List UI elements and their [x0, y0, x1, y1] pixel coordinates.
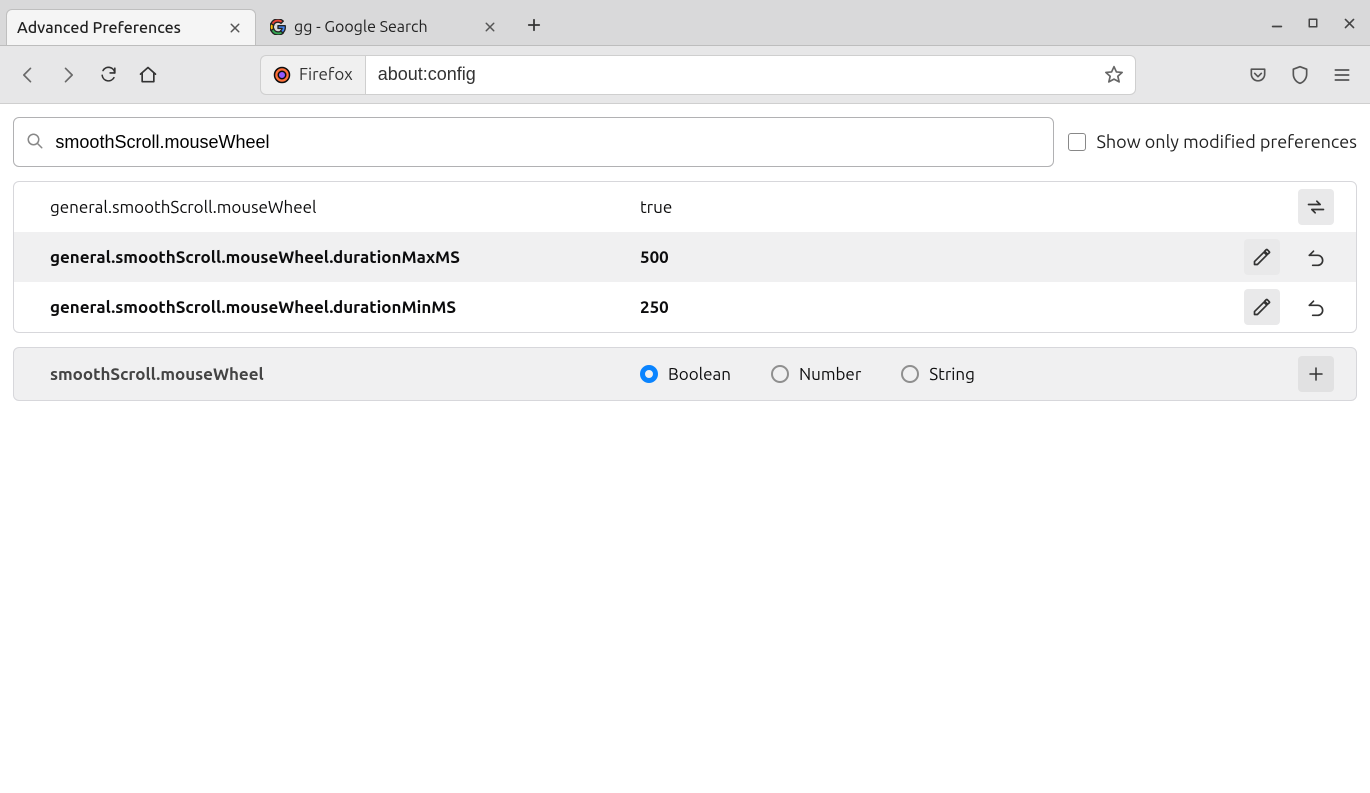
show-modified-checkbox[interactable]: Show only modified preferences [1068, 132, 1357, 152]
checkbox-icon [1068, 133, 1086, 151]
reload-button[interactable] [90, 57, 126, 93]
radio-label: Boolean [668, 365, 731, 384]
back-button[interactable] [10, 57, 46, 93]
app-menu-button[interactable] [1324, 57, 1360, 93]
pref-row: general.smoothScroll.mouseWheel.duration… [14, 232, 1356, 282]
toolbar-right [1240, 57, 1360, 93]
radio-number[interactable]: Number [771, 365, 861, 384]
forward-button[interactable] [50, 57, 86, 93]
tab-google-search[interactable]: gg - Google Search [260, 9, 510, 45]
window-controls [1266, 0, 1360, 46]
new-tab-button[interactable] [518, 9, 550, 41]
about-config-content: Show only modified preferences general.s… [0, 104, 1370, 414]
close-icon[interactable] [480, 17, 500, 37]
nav-toolbar: Firefox [0, 46, 1370, 104]
add-pref-row: smoothScroll.mouseWheel Boolean Number S… [13, 347, 1357, 401]
pref-name: general.smoothScroll.mouseWheel [50, 198, 640, 217]
radio-icon [771, 365, 789, 383]
bookmark-star-icon[interactable] [1102, 62, 1127, 88]
identity-box[interactable]: Firefox [260, 55, 365, 95]
radio-label: Number [799, 365, 861, 384]
show-modified-label: Show only modified preferences [1096, 132, 1357, 152]
add-pref-name: smoothScroll.mouseWheel [50, 365, 640, 384]
pref-value: 500 [640, 248, 1244, 267]
radio-icon [640, 365, 658, 383]
type-radio-group: Boolean Number String [640, 365, 1298, 384]
identity-label: Firefox [299, 65, 353, 84]
pref-table: general.smoothScroll.mouseWheel true gen… [13, 181, 1357, 333]
google-favicon-icon [270, 19, 286, 35]
firefox-icon [273, 66, 291, 84]
reset-button[interactable] [1298, 289, 1334, 325]
urlbar-container: Firefox [260, 55, 1136, 95]
pref-name: general.smoothScroll.mouseWheel.duration… [50, 248, 640, 267]
edit-button[interactable] [1244, 239, 1280, 275]
toggle-button[interactable] [1298, 189, 1334, 225]
tab-advanced-preferences[interactable]: Advanced Preferences [6, 9, 256, 45]
ublock-button[interactable] [1282, 57, 1318, 93]
search-icon [26, 132, 45, 152]
search-row: Show only modified preferences [13, 117, 1357, 167]
pref-row: general.smoothScroll.mouseWheel.duration… [14, 282, 1356, 332]
reset-button[interactable] [1298, 239, 1334, 275]
pocket-button[interactable] [1240, 57, 1276, 93]
pref-name: general.smoothScroll.mouseWheel.duration… [50, 298, 640, 317]
home-button[interactable] [130, 57, 166, 93]
pref-value: 250 [640, 298, 1244, 317]
edit-button[interactable] [1244, 289, 1280, 325]
radio-label: String [929, 365, 975, 384]
add-button[interactable] [1298, 356, 1334, 392]
urlbar[interactable] [365, 55, 1136, 95]
minimize-button[interactable] [1266, 12, 1288, 34]
maximize-button[interactable] [1302, 12, 1324, 34]
radio-string[interactable]: String [901, 365, 975, 384]
pref-row: general.smoothScroll.mouseWheel true [14, 182, 1356, 232]
radio-icon [901, 365, 919, 383]
titlebar: Advanced Preferences gg - Google Search [0, 0, 1370, 46]
pref-search-input[interactable] [55, 132, 1043, 153]
tab-label: gg - Google Search [294, 18, 472, 36]
pref-value: true [640, 198, 1298, 217]
close-icon[interactable] [225, 18, 245, 38]
url-input[interactable] [378, 64, 1102, 85]
radio-boolean[interactable]: Boolean [640, 365, 731, 384]
tab-label: Advanced Preferences [17, 19, 217, 37]
pref-search-box[interactable] [13, 117, 1054, 167]
close-window-button[interactable] [1338, 12, 1360, 34]
tab-strip: Advanced Preferences gg - Google Search [6, 0, 550, 45]
